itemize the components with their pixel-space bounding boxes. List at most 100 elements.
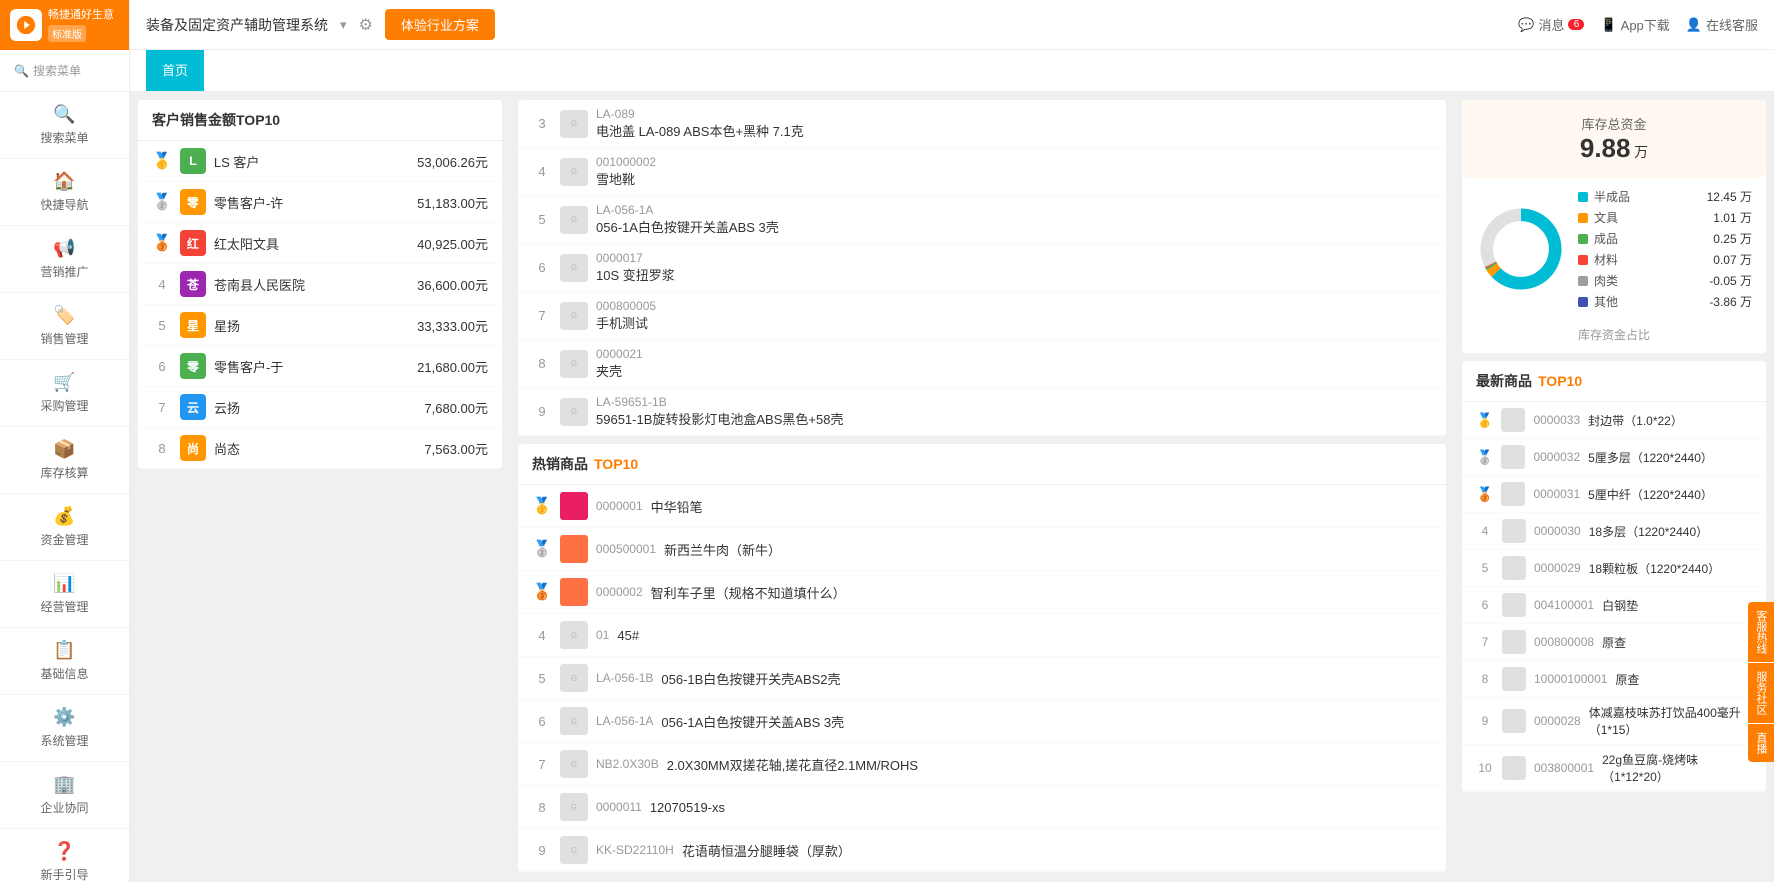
legend-dot — [1578, 234, 1588, 244]
hot-prod-name: 056-1B白色按键开关壳ABS2壳 — [661, 669, 840, 688]
product-rank-item: 4 G 001000002 雪地靴 — [518, 148, 1446, 196]
product-rank-item: 3 G LA-089 电池盖 LA-089 ABS本色+黑种 7.1克 — [518, 100, 1446, 148]
sidebar-label-marketing: 营销推广 — [40, 263, 88, 280]
legend-dot — [1578, 297, 1588, 307]
online-service-btn[interactable]: 👤 在线客服 — [1686, 15, 1758, 34]
sidebar-search[interactable]: 🔍 搜索菜单 — [0, 50, 129, 92]
float-客服热线-btn[interactable]: 客服热线 — [1748, 602, 1774, 662]
sidebar-item-sales[interactable]: 🏷️销售管理 — [0, 293, 129, 360]
rank-name: 星扬 — [214, 316, 409, 335]
latest-rank-num: 8 — [1476, 672, 1494, 686]
product-rank-item: 6 G 0000017 10S 变扭罗浆 — [518, 244, 1446, 292]
latest-prod-name: 原查 — [1602, 634, 1752, 651]
hot-product-item: 🥉 0000002 智利车子里（规格不知道填什么） — [518, 571, 1446, 614]
app-download-btn[interactable]: 📱 App下载 — [1600, 15, 1669, 34]
sidebar-item-guide[interactable]: ❓新手引导 — [0, 829, 129, 882]
float-服务社区-btn[interactable]: 服务社区 — [1748, 663, 1774, 723]
rank-name: 红太阳文具 — [214, 234, 409, 253]
rank-name: 零售客户-于 — [214, 357, 409, 376]
hot-prod-name: 中华铅笔 — [651, 497, 703, 516]
latest-prod-code: 000800008 — [1534, 635, 1594, 649]
prod-name: 10S 变扭罗浆 — [596, 265, 675, 284]
panel-right: 库存总资金 9.88 万 — [1454, 92, 1774, 882]
latest-prod-code: 0000028 — [1534, 714, 1581, 728]
product-rank-item: 5 G LA-056-1A 056-1A白色按键开关盖ABS 3壳 — [518, 196, 1446, 244]
prod-thumb: G — [560, 302, 588, 330]
latest-medal: 🥈 — [1476, 449, 1493, 466]
rank-name: LS 客户 — [214, 152, 409, 171]
prod-name: 电池盖 LA-089 ABS本色+黑种 7.1克 — [596, 121, 804, 140]
prod-thumb: G — [560, 254, 588, 282]
sidebar-item-search[interactable]: 🔍搜索菜单 — [0, 92, 129, 159]
latest-rank-num: 7 — [1476, 635, 1494, 649]
sidebar-item-system[interactable]: ⚙️ 系统管理 — [0, 695, 129, 762]
legend-item: 成品 0.25 万 — [1578, 228, 1752, 249]
latest-prod-name: 5厘多层（1220*2440） — [1588, 449, 1752, 466]
logo-badge: 标准版 — [48, 25, 86, 42]
customer-rank-item: 🥇 L LS 客户 53,006.26元 — [138, 141, 502, 182]
hot-rank-num: 7 — [532, 757, 552, 772]
hot-prod-code: NB2.0X30B — [596, 757, 659, 771]
search-menu-btn[interactable]: 🔍 搜索菜单 — [10, 58, 119, 83]
customer-rank-item: 5 星 星扬 33,333.00元 — [138, 305, 502, 346]
hot-prod-code: LA-056-1B — [596, 671, 653, 685]
sidebar-item-quick-nav[interactable]: 🏠快捷导航 — [0, 159, 129, 226]
legend-name: 半成品 — [1594, 188, 1701, 205]
legend-val: -0.05 万 — [1709, 272, 1752, 289]
search-icon: 🔍 — [53, 104, 75, 125]
hot-medal: 🥇 — [532, 496, 552, 516]
latest-product-item: 9 0000028 体减嘉枝味苏打饮品400毫升（1*15） — [1462, 698, 1766, 745]
float-service: 客服热线服务社区直播 — [1748, 602, 1774, 762]
product-rank-item: 7 G 000800005 手机测试 — [518, 292, 1446, 340]
legend-item: 其他 -3.86 万 — [1578, 291, 1752, 312]
rank-name: 零售客户-许 — [214, 193, 409, 212]
rank-avatar: 苍 — [180, 271, 206, 297]
latest-prod-name: 5厘中纤（1220*2440） — [1588, 486, 1752, 503]
latest-prod-name: 封边带（1.0*22） — [1588, 412, 1752, 429]
legend-val: 1.01 万 — [1713, 209, 1752, 226]
sidebar-item-marketing[interactable]: 📢营销推广 — [0, 226, 129, 293]
latest-prod-thumb — [1502, 593, 1526, 617]
tab-home[interactable]: 首页 — [146, 50, 204, 91]
latest-prod-code: 0000029 — [1534, 561, 1581, 575]
legend-item: 肉类 -0.05 万 — [1578, 270, 1752, 291]
topbar-gear-icon[interactable]: ⚙ — [359, 15, 373, 35]
rank-medal: 🥇 — [152, 151, 172, 171]
legend-name: 文具 — [1594, 209, 1707, 226]
float-直播-btn[interactable]: 直播 — [1748, 724, 1774, 762]
sidebar-item-finance[interactable]: 💰资金管理 — [0, 494, 129, 561]
rank-amount: 51,183.00元 — [417, 193, 488, 212]
system-icon: ⚙️ — [53, 707, 75, 728]
rank-amount: 33,333.00元 — [417, 316, 488, 335]
sidebar-item-inventory[interactable]: 📦库存核算 — [0, 427, 129, 494]
hot-prod-code: 0000011 — [596, 800, 642, 814]
rank-amount: 40,925.00元 — [417, 234, 488, 253]
topbar-arrow-icon: ▾ — [340, 17, 347, 33]
sidebar-item-operations[interactable]: 📊经营管理 — [0, 561, 129, 628]
latest-product-item: 7 000800008 原查 — [1462, 624, 1766, 661]
sidebar-item-base-info[interactable]: 📋基础信息 — [0, 628, 129, 695]
hot-prod-name: 2.0X30MM双搓花轴,搓花直径2.1MM/ROHS — [667, 755, 918, 774]
experience-btn[interactable]: 体验行业方案 — [385, 9, 495, 40]
hot-prod-thumb — [560, 578, 588, 606]
prod-rank-num: 5 — [532, 212, 552, 227]
hot-product-item: 9 G KK-SD22110H 花语萌恒温分腿睡袋（厚款） — [518, 829, 1446, 872]
notifications-btn[interactable]: 💬 消息 6 — [1518, 15, 1584, 34]
product-rank-item: 8 G 0000021 夹壳 — [518, 340, 1446, 388]
sales-icon: 🏷️ — [53, 305, 75, 326]
latest-product-item: 5 0000029 18颗粒板（1220*2440） — [1462, 550, 1766, 587]
legend-item: 文具 1.01 万 — [1578, 207, 1752, 228]
sidebar-label-quick-nav: 快捷导航 — [40, 196, 88, 213]
hot-products-panel: 热销商品 TOP10 🥇 0000001 中华铅笔 🥈 000500001 新西… — [518, 444, 1446, 872]
legend-name: 其他 — [1594, 293, 1703, 310]
latest-prod-name: 22g鱼豆腐-烧烤味（1*12*20） — [1602, 751, 1752, 785]
customer-rank-item: 7 云 云扬 7,680.00元 — [138, 387, 502, 428]
sidebar-label-operations: 经营管理 — [40, 598, 88, 615]
latest-prod-code: 0000033 — [1533, 413, 1580, 427]
latest-prod-name: 体减嘉枝味苏打饮品400毫升（1*15） — [1589, 704, 1752, 738]
sidebar-item-enterprise[interactable]: 🏢企业协同 — [0, 762, 129, 829]
sidebar-item-purchase[interactable]: 🛒采购管理 — [0, 360, 129, 427]
sidebar-label-system: 系统管理 — [40, 732, 88, 749]
base-info-icon: 📋 — [53, 640, 75, 661]
prod-rank-num: 3 — [532, 116, 552, 131]
